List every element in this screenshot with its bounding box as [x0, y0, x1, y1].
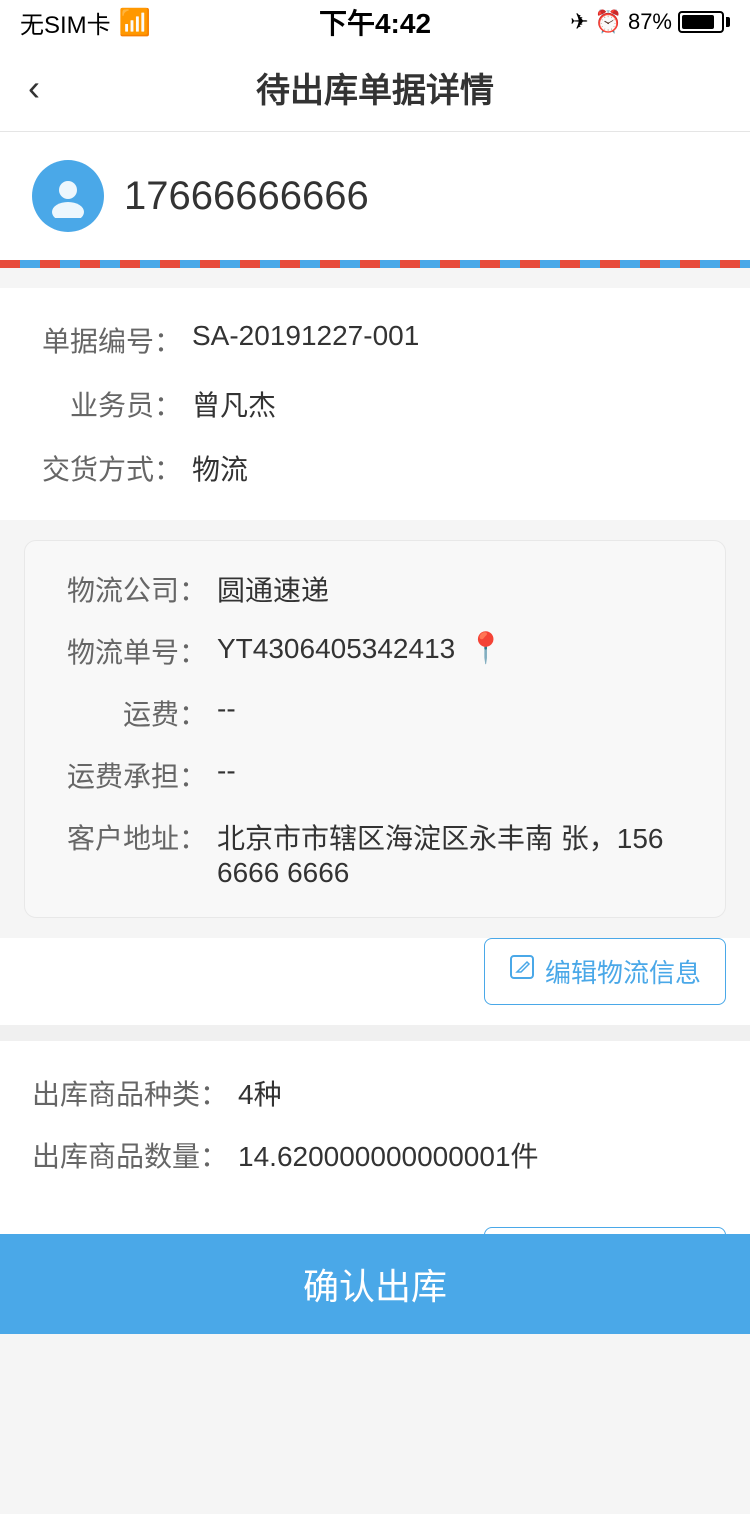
logistics-freight-label: 运费：	[57, 693, 217, 733]
status-bar: 无SIM卡 📶 下午4:42 ✈ ⏰ 87%	[0, 0, 750, 44]
location-status-icon: ✈	[570, 9, 588, 35]
logistics-address-value: 北京市市辖区海淀区永丰南 张，156 6666 6666	[217, 817, 693, 889]
location-pin-icon[interactable]: 📍	[467, 631, 504, 666]
logistics-freight-row: 运费： --	[57, 693, 693, 733]
carrier-text: 无SIM卡	[20, 5, 111, 40]
goods-quantity-label: 出库商品数量：	[32, 1135, 238, 1175]
edit-logistics-button[interactable]: 编辑物流信息	[484, 938, 726, 1005]
delivery-method-row: 交货方式： 物流	[32, 448, 718, 488]
logistics-address-row: 客户地址： 北京市市辖区海淀区永丰南 张，156 6666 6666	[57, 817, 693, 889]
goods-quantity-value: 14.620000000000001件	[238, 1135, 718, 1175]
order-no-row: 单据编号： SA-20191227-001	[32, 320, 718, 360]
status-time: 下午4:42	[319, 2, 431, 42]
logistics-tracking-value: YT43064053424​13 📍	[217, 631, 693, 666]
avatar	[32, 160, 104, 232]
order-no-label: 单据编号：	[32, 320, 192, 360]
logistics-freight-bearer-value: --	[217, 755, 693, 787]
confirm-button-label: 确认出库	[303, 1258, 447, 1310]
logistics-freight-bearer-label: 运费承担：	[57, 755, 217, 795]
logistics-company-row: 物流公司： 圆通速递	[57, 569, 693, 609]
page-title: 待出库单据详情	[256, 63, 494, 112]
logistics-freight-value: --	[217, 693, 693, 725]
goods-quantity-row: 出库商品数量： 14.620000000000001件	[32, 1135, 718, 1175]
battery-percentage: 87%	[628, 9, 672, 35]
logistics-tracking-row: 物流单号： YT43064053424​13 📍	[57, 631, 693, 671]
edit-icon	[509, 954, 537, 989]
goods-types-label: 出库商品种类：	[32, 1073, 238, 1113]
goods-types-value: 4种	[238, 1073, 718, 1113]
nav-bar: ‹ 待出库单据详情	[0, 44, 750, 132]
order-no-value: SA-20191227-001	[192, 320, 718, 352]
logistics-section: 物流公司： 圆通速递 物流单号： YT43064053424​13 📍 运费： …	[24, 540, 726, 918]
goods-section: 出库商品种类： 4种 出库商品数量： 14.620000000000001件	[0, 1041, 750, 1207]
delivery-method-label: 交货方式：	[32, 448, 192, 488]
sales-person-row: 业务员： 曾凡杰	[32, 384, 718, 424]
sales-person-label: 业务员：	[32, 384, 192, 424]
status-left: 无SIM卡 📶	[20, 5, 151, 40]
logistics-tracking-label: 物流单号：	[57, 631, 217, 671]
content-spacer	[0, 1314, 750, 1514]
delivery-method-value: 物流	[192, 448, 718, 488]
edit-btn-container: 编辑物流信息	[0, 938, 750, 1025]
logistics-freight-bearer-row: 运费承担： --	[57, 755, 693, 795]
logistics-address-label: 客户地址：	[57, 817, 217, 857]
alarm-icon: ⏰	[595, 9, 622, 35]
logistics-company-label: 物流公司：	[57, 569, 217, 609]
status-right: ✈ ⏰ 87%	[570, 9, 730, 35]
goods-types-row: 出库商品种类： 4种	[32, 1073, 718, 1113]
edit-logistics-label: 编辑物流信息	[545, 953, 701, 990]
confirm-button[interactable]: 确认出库	[0, 1234, 750, 1334]
battery-icon	[678, 11, 730, 33]
sales-person-value: 曾凡杰	[192, 384, 718, 424]
dashed-divider	[0, 260, 750, 268]
logistics-company-value: 圆通速递	[217, 569, 693, 609]
user-phone: 17666666666	[124, 174, 369, 219]
wifi-icon: 📶	[119, 7, 151, 38]
user-card: 17666666666	[0, 132, 750, 260]
basic-info-section: 单据编号： SA-20191227-001 业务员： 曾凡杰 交货方式： 物流	[0, 288, 750, 520]
back-button[interactable]: ‹	[28, 67, 40, 109]
section-divider	[0, 1025, 750, 1041]
